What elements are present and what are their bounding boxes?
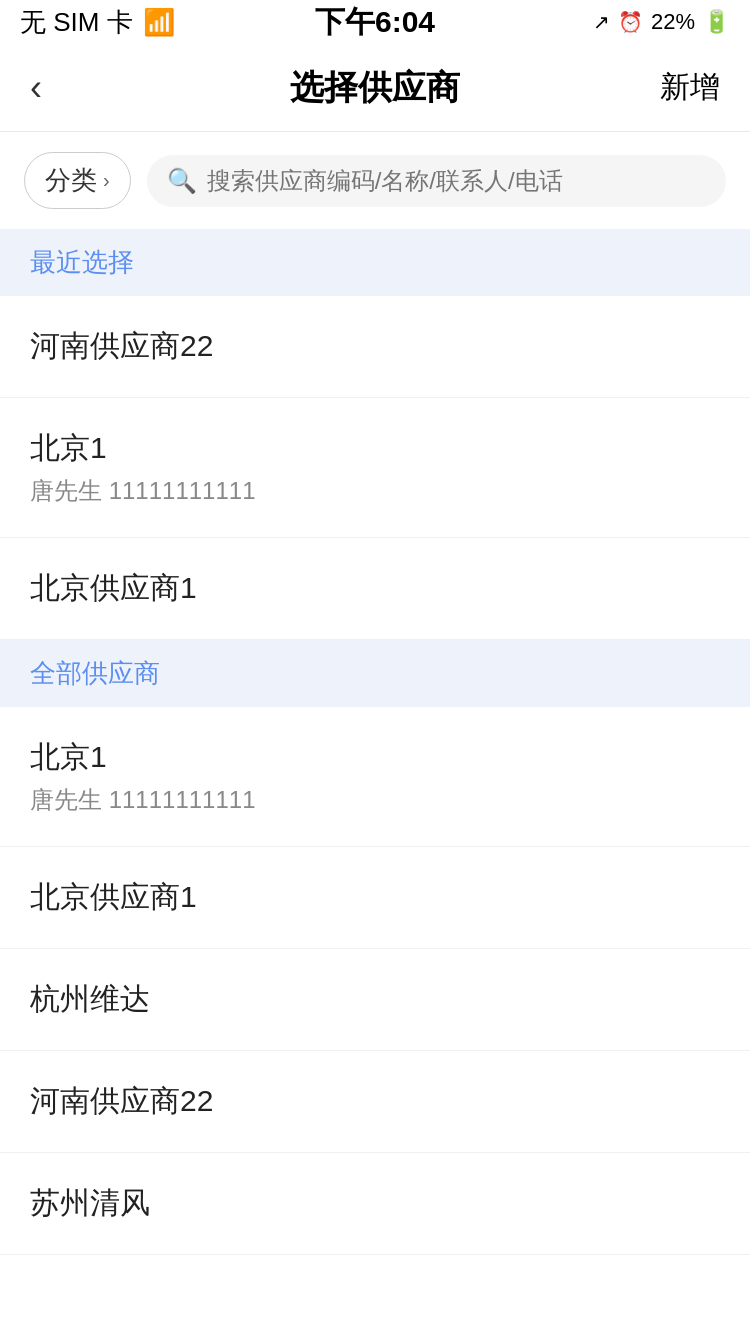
alarm-icon: ⏰: [618, 10, 643, 34]
search-icon: 🔍: [167, 167, 197, 195]
location-icon: ↗: [593, 10, 610, 34]
status-time: 下午6:04: [315, 2, 435, 43]
item-name: 杭州维达: [30, 979, 720, 1020]
add-button[interactable]: 新增: [660, 67, 720, 108]
search-input[interactable]: [207, 167, 706, 195]
list-item[interactable]: 苏州清风: [0, 1153, 750, 1255]
no-sim-text: 无 SIM 卡: [20, 5, 133, 40]
item-name: 苏州清风: [30, 1183, 720, 1224]
category-label: 分类: [45, 163, 97, 198]
back-button[interactable]: ‹: [30, 67, 90, 109]
chevron-right-icon: ›: [103, 169, 110, 192]
item-name: 河南供应商22: [30, 1081, 720, 1122]
item-name: 北京1: [30, 428, 720, 469]
item-name: 河南供应商22: [30, 326, 720, 367]
all-section-label: 全部供应商: [30, 658, 160, 688]
item-name: 北京1: [30, 737, 720, 778]
item-name: 北京供应商1: [30, 568, 720, 609]
list-item[interactable]: 北京供应商1: [0, 847, 750, 949]
status-left: 无 SIM 卡 📶: [20, 5, 175, 40]
nav-bar: ‹ 选择供应商 新增: [0, 44, 750, 132]
category-button[interactable]: 分类 ›: [24, 152, 131, 209]
recent-section-header: 最近选择: [0, 229, 750, 296]
item-name: 北京供应商1: [30, 877, 720, 918]
item-sub: 唐先生 11111111111: [30, 784, 720, 816]
status-right: ↗ ⏰ 22% 🔋: [593, 9, 730, 35]
recent-list: 河南供应商22 北京1 唐先生 11111111111 北京供应商1: [0, 296, 750, 640]
search-box[interactable]: 🔍: [147, 155, 726, 207]
item-sub: 唐先生 11111111111: [30, 475, 720, 507]
list-item[interactable]: 北京供应商1: [0, 538, 750, 640]
list-item[interactable]: 北京1 唐先生 11111111111: [0, 707, 750, 847]
filter-bar: 分类 › 🔍: [0, 132, 750, 229]
wifi-icon: 📶: [143, 7, 175, 38]
battery-text: 22%: [651, 9, 695, 35]
all-list: 北京1 唐先生 11111111111 北京供应商1 杭州维达河南供应商22 苏州清风: [0, 707, 750, 1255]
page-title: 选择供应商: [90, 65, 660, 111]
list-item[interactable]: 河南供应商22: [0, 1051, 750, 1153]
battery-icon: 🔋: [703, 9, 730, 35]
list-item[interactable]: 杭州维达: [0, 949, 750, 1051]
all-section-header: 全部供应商: [0, 640, 750, 707]
list-item[interactable]: 北京1 唐先生 11111111111: [0, 398, 750, 538]
recent-section-label: 最近选择: [30, 247, 134, 277]
list-item[interactable]: 河南供应商22: [0, 296, 750, 398]
status-bar: 无 SIM 卡 📶 下午6:04 ↗ ⏰ 22% 🔋: [0, 0, 750, 44]
